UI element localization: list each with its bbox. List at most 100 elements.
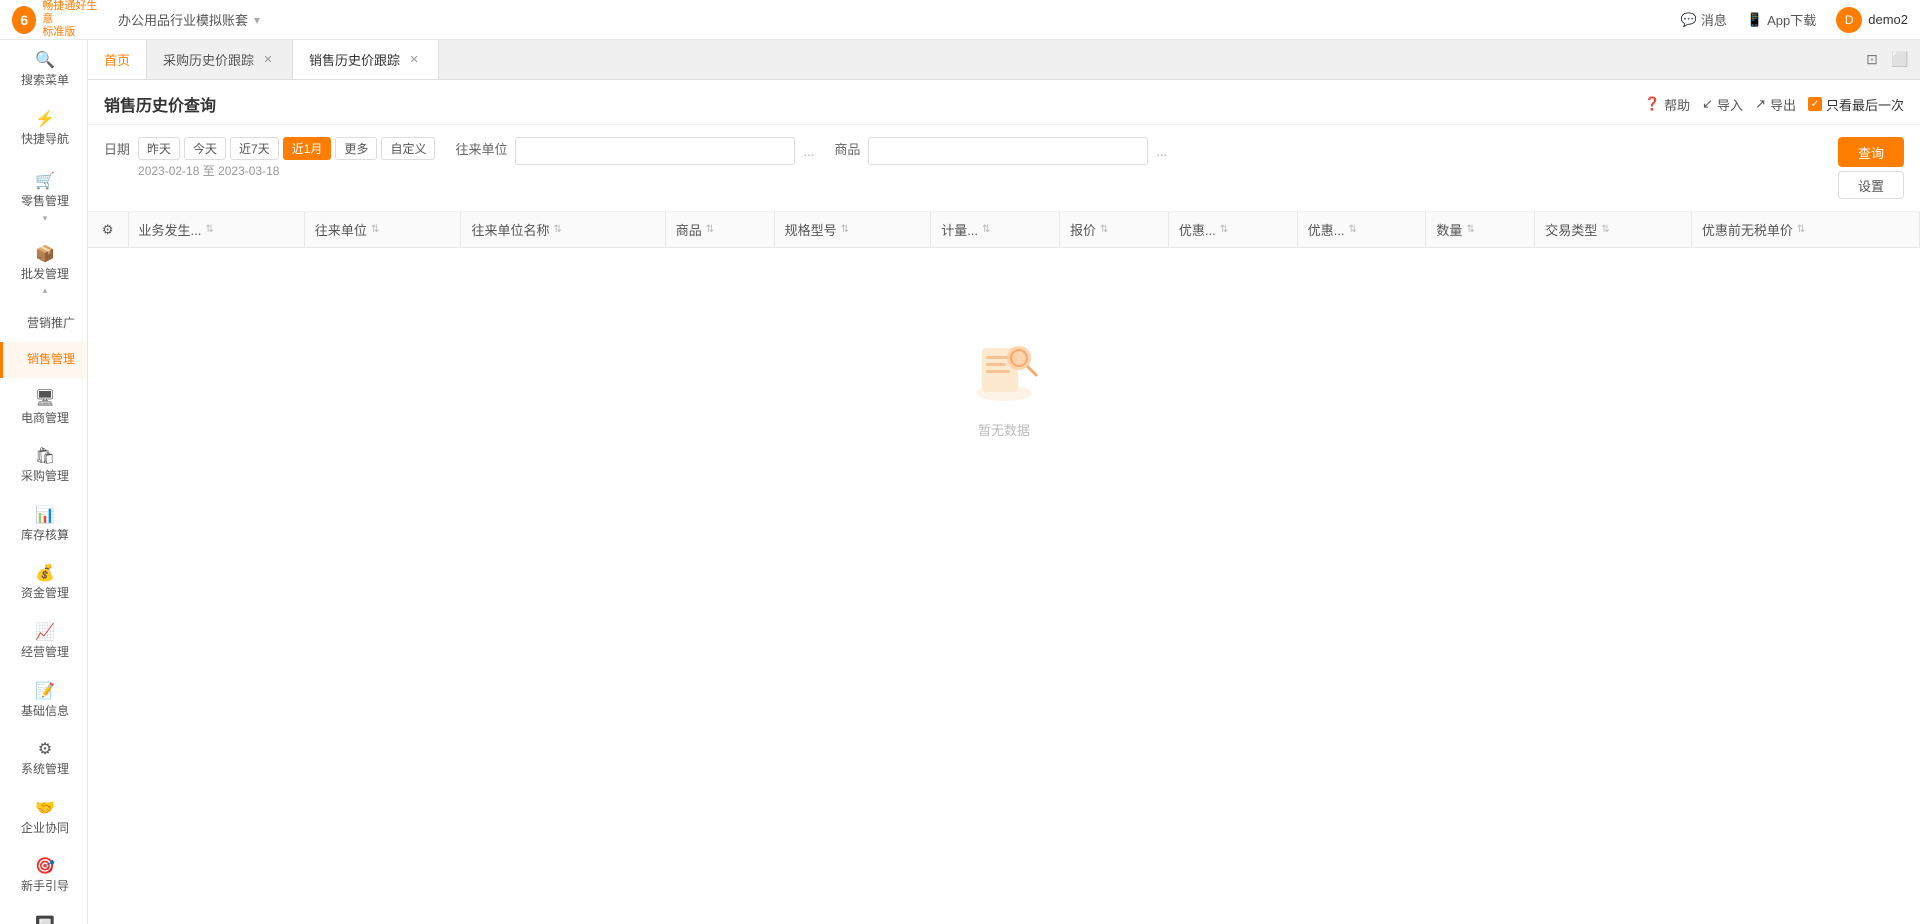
tab-bar-actions: ⊡ ⬜ xyxy=(1852,40,1920,79)
col-qty[interactable]: 数量 ⇅ xyxy=(1426,212,1535,248)
sidebar-item-sys-mgmt[interactable]: ⚙ 系统管理 xyxy=(0,729,87,788)
tab-sales-close-button[interactable]: ✕ xyxy=(406,52,422,68)
data-table: ⚙ 业务发生... ⇅ 往来单位 xyxy=(88,212,1920,248)
sidebar-item-enterprise[interactable]: 🤝 企业协同 xyxy=(0,788,87,847)
tab-bar: 首页 采购历史价跟踪 ✕ 销售历史价跟踪 ✕ ⊡ ⬜ xyxy=(88,40,1920,80)
col-quote[interactable]: 报价 ⇅ xyxy=(1059,212,1168,248)
table-header-row: ⚙ 业务发生... ⇅ 往来单位 xyxy=(88,212,1920,248)
sidebar-label-purchase: 采购管理 xyxy=(21,469,69,485)
filter-actions: 查询 设置 xyxy=(1838,137,1904,199)
goods-filter-group: 商品 ... xyxy=(834,137,1167,165)
breadcrumb[interactable]: 办公用品行业模拟账套 ▾ xyxy=(118,10,260,29)
col-discount1[interactable]: 优惠... ⇅ xyxy=(1168,212,1297,248)
goods-dots-button[interactable]: ... xyxy=(1156,144,1167,159)
purchase-icon: 🛍 xyxy=(35,446,55,466)
col-settings[interactable]: ⚙ xyxy=(88,212,128,248)
tab-home[interactable]: 首页 xyxy=(88,40,147,79)
logo-text: 畅捷通好生意 标准版 xyxy=(42,0,100,39)
date-btn-more[interactable]: 更多 xyxy=(335,137,377,160)
search-menu-icon: 🔍 xyxy=(35,50,55,70)
sidebar-item-finance[interactable]: 💰 资金管理 xyxy=(0,553,87,612)
date-btn-custom[interactable]: 自定义 xyxy=(381,137,435,160)
filter-row: 日期 昨天 今天 近7天 近1月 更多 自定义 2023-02-18 至 202… xyxy=(104,137,1818,179)
message-button[interactable]: 💬 消息 xyxy=(1681,10,1727,29)
user-area[interactable]: D demo2 xyxy=(1836,7,1908,33)
sort-icon-partner-code: ⇅ xyxy=(371,224,379,235)
sidebar-item-basic-info[interactable]: 📝 基础信息 xyxy=(0,671,87,730)
tab-restore-button[interactable]: ⊡ xyxy=(1860,48,1884,72)
sidebar-label-search-menu: 搜索菜单 xyxy=(21,73,69,89)
app-download-button[interactable]: 📱 App下载 xyxy=(1747,10,1816,29)
sort-icon-unit: ⇅ xyxy=(982,224,990,235)
empty-icon xyxy=(964,328,1044,408)
tab-maximize-button[interactable]: ⬜ xyxy=(1888,48,1912,72)
page-header: 销售历史价查询 ❓ 帮助 ↙ 导入 ↗ 导出 ✓ xyxy=(88,80,1920,125)
col-quote-label: 报价 xyxy=(1070,220,1096,239)
sidebar-item-inventory[interactable]: 📊 库存核算 xyxy=(0,495,87,554)
query-button[interactable]: 查询 xyxy=(1838,137,1904,167)
app-download-label: App下载 xyxy=(1767,10,1816,29)
col-partner-name[interactable]: 往来单位名称 ⇅ xyxy=(461,212,665,248)
breadcrumb-text: 办公用品行业模拟账套 xyxy=(118,10,248,29)
tab-sales-history[interactable]: 销售历史价跟踪 ✕ xyxy=(293,40,439,79)
col-pre-tax-label: 优惠前无税单价 xyxy=(1702,220,1793,239)
sidebar-item-quick-nav[interactable]: ⚡ 快捷导航 xyxy=(0,99,87,158)
tab-purchase-close-button[interactable]: ✕ xyxy=(260,52,276,68)
user-name: demo2 xyxy=(1868,12,1908,27)
help-button[interactable]: ❓ 帮助 xyxy=(1644,95,1690,114)
sidebar-item-search-menu[interactable]: 🔍 搜索菜单 xyxy=(0,40,87,99)
main-layout: 🔍 搜索菜单 ⚡ 快捷导航 🛒 零售管理 ▾ 📦 批发管理 ▴ 营销推广 销售管… xyxy=(0,40,1920,924)
col-biz-date[interactable]: 业务发生... ⇅ xyxy=(128,212,304,248)
sidebar-item-wholesale-mgmt[interactable]: 📦 批发管理 ▴ xyxy=(0,234,87,307)
col-unit[interactable]: 计量... ⇅ xyxy=(931,212,1060,248)
export-icon: ↗ xyxy=(1755,96,1766,112)
goods-input[interactable] xyxy=(868,137,1148,165)
col-discount2[interactable]: 优惠... ⇅ xyxy=(1297,212,1426,248)
retail-arrow-icon: ▾ xyxy=(43,213,48,224)
tab-home-label: 首页 xyxy=(104,50,130,69)
sort-icon-biz-date: ⇅ xyxy=(205,224,213,235)
sidebar-label-retail: 零售管理 xyxy=(21,194,69,210)
sys-mgmt-icon: ⚙ xyxy=(38,739,52,759)
col-partner-code[interactable]: 往来单位 ⇅ xyxy=(304,212,461,248)
col-trade-type[interactable]: 交易类型 ⇅ xyxy=(1535,212,1692,248)
col-pre-tax[interactable]: 优惠前无税单价 ⇅ xyxy=(1691,212,1919,248)
tab-purchase-history[interactable]: 采购历史价跟踪 ✕ xyxy=(147,40,293,79)
col-discount1-label: 优惠... xyxy=(1179,220,1216,239)
partner-input[interactable] xyxy=(515,137,795,165)
finance-icon: 💰 xyxy=(35,563,55,583)
sidebar-item-app-center[interactable]: 🔲 应用中心 xyxy=(0,905,87,924)
partner-filter-label: 往来单位 xyxy=(455,137,507,158)
import-button[interactable]: ↙ 导入 xyxy=(1702,95,1743,114)
date-btn-7days[interactable]: 近7天 xyxy=(230,137,279,160)
sidebar-item-ecommerce[interactable]: 🖥 电商管理 xyxy=(0,378,87,437)
sidebar-item-purchase-mgmt[interactable]: 🛍 采购管理 xyxy=(0,436,87,495)
date-btn-yesterday[interactable]: 昨天 xyxy=(138,137,180,160)
help-label: 帮助 xyxy=(1664,95,1690,114)
sidebar-item-newbie[interactable]: 🎯 新手引导 xyxy=(0,846,87,905)
sort-icon-quote: ⇅ xyxy=(1100,224,1108,235)
col-biz-date-label: 业务发生... xyxy=(139,220,202,239)
sidebar-item-retail-mgmt[interactable]: 🛒 零售管理 ▾ xyxy=(0,161,87,234)
col-partner-name-label: 往来单位名称 xyxy=(471,220,549,239)
partner-filter-group: 往来单位 ... xyxy=(455,137,814,165)
sidebar-item-sales-mgmt[interactable]: 销售管理 xyxy=(0,342,87,378)
export-label: 导出 xyxy=(1770,95,1796,114)
sidebar-item-marketing[interactable]: 营销推广 xyxy=(0,306,87,342)
sort-icon-discount2: ⇅ xyxy=(1348,224,1356,235)
empty-state: 暂无数据 xyxy=(88,248,1920,519)
col-goods[interactable]: 商品 ⇅ xyxy=(665,212,774,248)
sidebar-label-inventory: 库存核算 xyxy=(21,528,69,544)
sidebar-label-sales: 销售管理 xyxy=(27,352,75,368)
page-title: 销售历史价查询 xyxy=(104,92,216,116)
setting-button[interactable]: 设置 xyxy=(1838,171,1904,199)
date-btn-1month[interactable]: 近1月 xyxy=(283,137,332,160)
partner-dots-button[interactable]: ... xyxy=(803,144,814,159)
sidebar-item-operations[interactable]: 📈 经营管理 xyxy=(0,612,87,671)
date-btn-today[interactable]: 今天 xyxy=(184,137,226,160)
table-header: ⚙ 业务发生... ⇅ 往来单位 xyxy=(88,212,1920,248)
only-last-checkbox[interactable]: ✓ 只看最后一次 xyxy=(1808,95,1904,114)
col-spec[interactable]: 规格型号 ⇅ xyxy=(774,212,931,248)
sidebar: 🔍 搜索菜单 ⚡ 快捷导航 🛒 零售管理 ▾ 📦 批发管理 ▴ 营销推广 销售管… xyxy=(0,40,88,924)
export-button[interactable]: ↗ 导出 xyxy=(1755,95,1796,114)
